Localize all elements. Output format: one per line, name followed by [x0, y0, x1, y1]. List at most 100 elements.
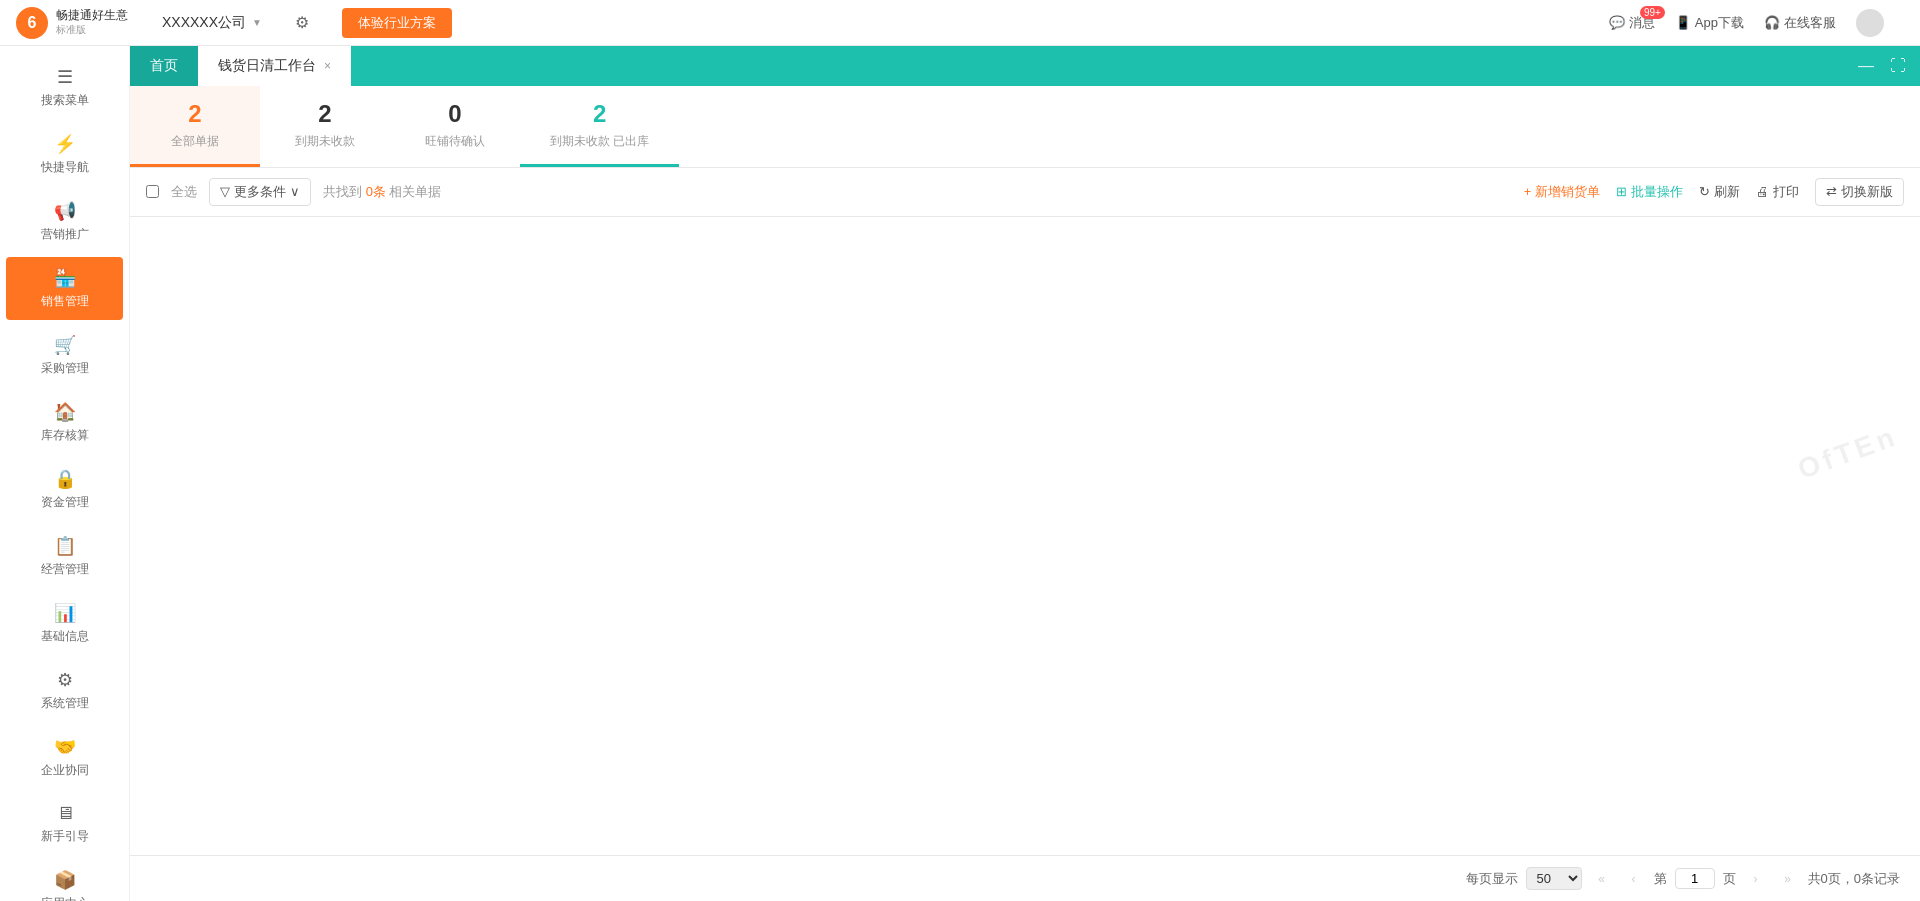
marketing-icon: 📢 [54, 200, 76, 222]
pagination: 每页显示 50 100 200 « ‹ 第 页 › » 共0页，0条记录 [130, 855, 1920, 901]
tab-minimize-btn[interactable]: — [1854, 54, 1878, 78]
stat-label-overdue: 到期未收款 [290, 133, 360, 150]
stat-label-overdue-shipped: 到期未收款 已出库 [550, 133, 649, 150]
sidebar-label-guide: 新手引导 [41, 828, 89, 845]
top-header: 6 畅捷通好生意 标准版 XXXXXX公司 ▼ ⚙ 体验行业方案 💬 消息 99… [0, 0, 1920, 46]
tab-actions: — ⛶ [1854, 54, 1920, 78]
table-area: OfTEn [130, 217, 1920, 855]
per-page-label: 每页显示 [1466, 870, 1518, 888]
page-label: 第 [1654, 870, 1667, 888]
tab-home[interactable]: 首页 [130, 46, 198, 86]
company-selector[interactable]: XXXXXX公司 ▼ [162, 14, 262, 32]
page-number-input[interactable] [1675, 868, 1715, 889]
select-all-label: 全选 [171, 183, 197, 201]
logo-area: 6 畅捷通好生意 标准版 [16, 7, 146, 39]
sidebar-label-app-center: 应用中心 [41, 895, 89, 901]
watermark: OfTEn [1794, 420, 1903, 486]
switch-new-version-button[interactable]: ⇄ 切换新版 [1815, 178, 1904, 206]
sidebar-item-operation[interactable]: 📋 经营管理 [6, 525, 123, 588]
stat-label-wangpu: 旺铺待确认 [420, 133, 490, 150]
tab-bar: 首页 钱货日清工作台 × — ⛶ [130, 46, 1920, 86]
sidebar-item-cooperation[interactable]: 🤝 企业协同 [6, 726, 123, 789]
sidebar-item-quick-nav[interactable]: ⚡ 快捷导航 [6, 123, 123, 186]
app-center-icon: 📦 [54, 869, 76, 891]
stat-number-wangpu: 0 [420, 100, 490, 129]
found-count: 0条 [366, 184, 386, 199]
stat-card-overdue-shipped[interactable]: 2 到期未收款 已出库 [520, 86, 679, 167]
prev-page-btn[interactable]: ‹ [1622, 867, 1646, 891]
sidebar-item-guide[interactable]: 🖥 新手引导 [6, 793, 123, 855]
sidebar-item-basic-info[interactable]: 📊 基础信息 [6, 592, 123, 655]
system-icon: ⚙ [57, 669, 73, 691]
operation-icon: 📋 [54, 535, 76, 557]
sidebar-item-system[interactable]: ⚙ 系统管理 [6, 659, 123, 722]
tab-maximize-btn[interactable]: ⛶ [1886, 54, 1910, 78]
last-page-btn[interactable]: » [1776, 867, 1800, 891]
avatar[interactable] [1856, 9, 1884, 37]
tab-close-icon[interactable]: × [324, 59, 331, 73]
sidebar-label-search-menu: 搜索菜单 [41, 92, 89, 109]
search-menu-icon: ☰ [57, 66, 73, 88]
stat-number-overdue: 2 [290, 100, 360, 129]
page-suffix: 页 [1723, 870, 1736, 888]
page-size-select[interactable]: 50 100 200 [1526, 867, 1582, 890]
sidebar-item-marketing[interactable]: 📢 营销推广 [6, 190, 123, 253]
print-button[interactable]: 🖨 打印 [1756, 183, 1799, 201]
sidebar-item-capital[interactable]: 🔒 资金管理 [6, 458, 123, 521]
app-download-action[interactable]: 📱 App下载 [1675, 14, 1744, 32]
header-right: 💬 消息 99+ 📱 App下载 🎧 在线客服 [1609, 9, 1904, 37]
sidebar-label-system: 系统管理 [41, 695, 89, 712]
sidebar-item-search-menu[interactable]: ☰ 搜索菜单 [6, 56, 123, 119]
select-all-checkbox[interactable] [146, 185, 159, 198]
switch-icon: ⇄ [1826, 184, 1837, 199]
batch-operation-button[interactable]: ⊞ 批量操作 [1616, 183, 1683, 201]
sidebar-label-operation: 经营管理 [41, 561, 89, 578]
download-icon: 📱 [1675, 15, 1691, 30]
next-page-btn[interactable]: › [1744, 867, 1768, 891]
app-badge: 标准版 [56, 23, 128, 37]
app-name: 畅捷通好生意 [56, 8, 128, 24]
purchase-icon: 🛒 [54, 334, 76, 356]
filter-label: 更多条件 [234, 183, 286, 201]
stat-card-overdue[interactable]: 2 到期未收款 [260, 86, 390, 167]
sidebar-label-capital: 资金管理 [41, 494, 89, 511]
online-service-action[interactable]: 🎧 在线客服 [1764, 14, 1836, 32]
capital-icon: 🔒 [54, 468, 76, 490]
app-logo-icon: 6 [16, 7, 48, 39]
tab-active[interactable]: 钱货日清工作台 × [198, 46, 351, 86]
message-action[interactable]: 💬 消息 99+ [1609, 14, 1655, 32]
try-industry-button[interactable]: 体验行业方案 [342, 8, 452, 38]
first-page-btn[interactable]: « [1590, 867, 1614, 891]
service-icon: 🎧 [1764, 15, 1780, 30]
stat-card-wangpu[interactable]: 0 旺铺待确认 [390, 86, 520, 167]
company-dropdown-arrow: ▼ [252, 17, 262, 28]
message-badge: 99+ [1640, 6, 1665, 19]
sidebar-item-app-center[interactable]: 📦 应用中心 [6, 859, 123, 901]
filter-icon: ▽ [220, 184, 230, 199]
sidebar-item-sales[interactable]: 🏪 销售管理 [6, 257, 123, 320]
stats-row: 2 全部单据 2 到期未收款 0 旺铺待确认 2 到期未收款 已出库 [130, 86, 1920, 168]
inventory-icon: 🏠 [54, 401, 76, 423]
new-sales-order-button[interactable]: + 新增销货单 [1524, 183, 1600, 201]
sidebar-item-inventory[interactable]: 🏠 库存核算 [6, 391, 123, 454]
refresh-icon: ↻ [1699, 184, 1710, 199]
sidebar-label-inventory: 库存核算 [41, 427, 89, 444]
toolbar-right: + 新增销货单 ⊞ 批量操作 ↻ 刷新 🖨 打印 ⇄ 切换新版 [1524, 178, 1904, 206]
content-area: 首页 钱货日清工作台 × — ⛶ 2 全部单据 2 到期未收款 0 [130, 46, 1920, 901]
stat-card-all[interactable]: 2 全部单据 [130, 86, 260, 167]
sidebar-label-sales: 销售管理 [41, 293, 89, 310]
stat-label-all: 全部单据 [160, 133, 230, 150]
cooperation-icon: 🤝 [54, 736, 76, 758]
sidebar-item-purchase[interactable]: 🛒 采购管理 [6, 324, 123, 387]
sidebar-label-cooperation: 企业协同 [41, 762, 89, 779]
found-text: 共找到 0条 相关单据 [323, 183, 441, 201]
sidebar-label-marketing: 营销推广 [41, 226, 89, 243]
settings-icon[interactable]: ⚙ [288, 9, 316, 37]
batch-icon: ⊞ [1616, 184, 1627, 199]
stat-number-overdue-shipped: 2 [550, 100, 649, 129]
guide-icon: 🖥 [56, 803, 74, 824]
sidebar-label-quick-nav: 快捷导航 [41, 159, 89, 176]
print-icon: 🖨 [1756, 184, 1769, 199]
refresh-button[interactable]: ↻ 刷新 [1699, 183, 1740, 201]
more-filter-button[interactable]: ▽ 更多条件 ∨ [209, 178, 311, 206]
